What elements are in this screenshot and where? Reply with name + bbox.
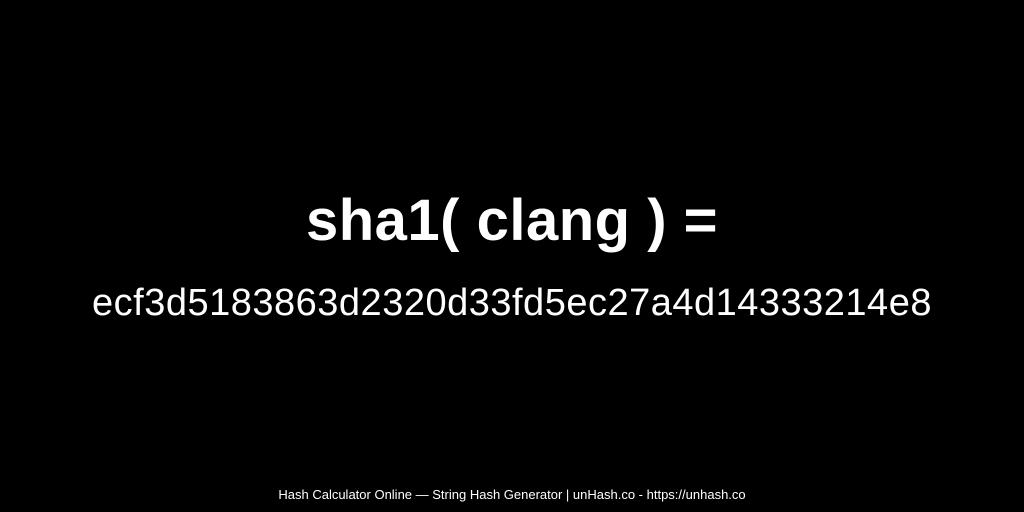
main-content: sha1( clang ) = ecf3d5183863d2320d33fd5e… (0, 0, 1024, 512)
hash-result: ecf3d5183863d2320d33fd5ec27a4d14333214e8 (92, 282, 932, 325)
hash-expression: sha1( clang ) = (306, 187, 718, 254)
footer-text: Hash Calculator Online — String Hash Gen… (0, 487, 1024, 502)
